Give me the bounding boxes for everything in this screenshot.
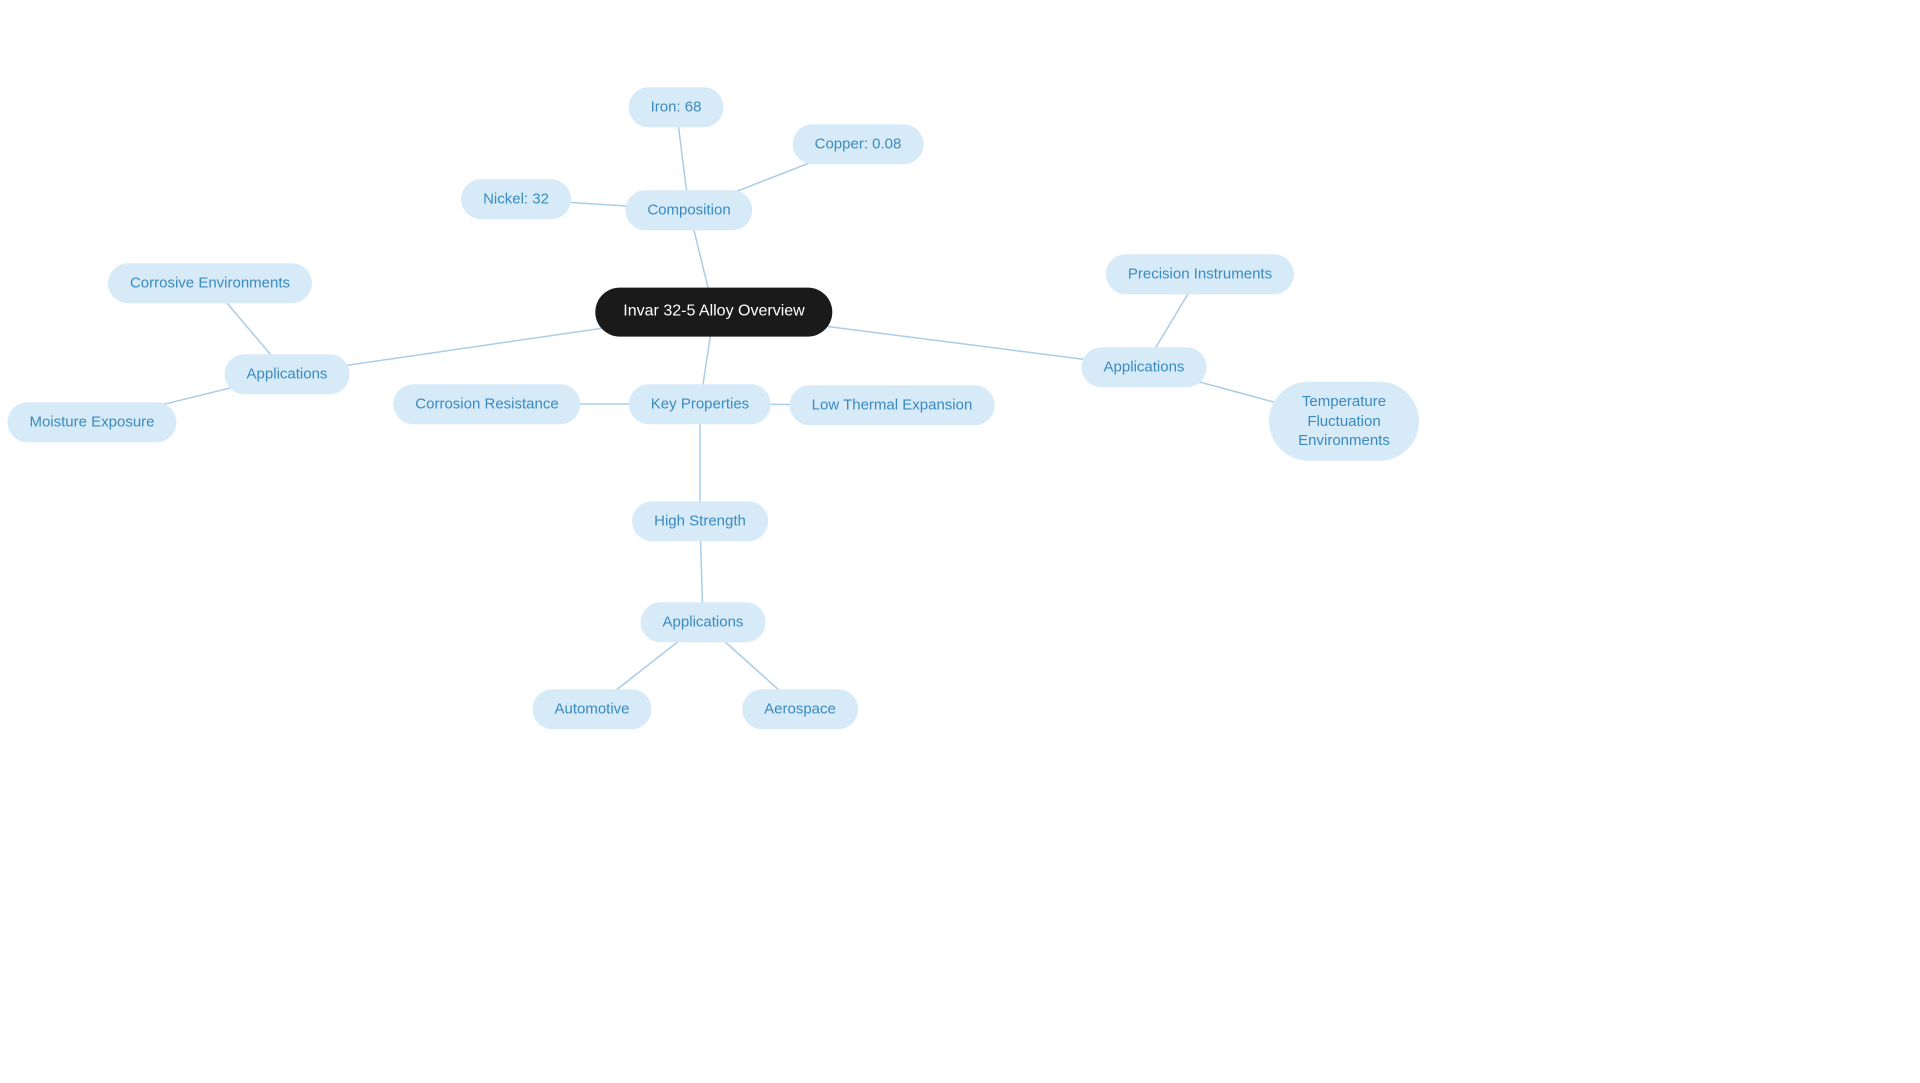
automotive-node: Automotive	[532, 689, 651, 729]
key-properties-node: Key Properties	[629, 384, 771, 424]
iron-node: Iron: 68	[629, 87, 724, 127]
precision-instruments-node: Precision Instruments	[1106, 254, 1294, 294]
applications-bottom-node: Applications	[641, 602, 766, 642]
aerospace-node: Aerospace	[742, 689, 858, 729]
applications-left-node: Applications	[225, 354, 350, 394]
composition-node: Composition	[625, 190, 752, 230]
copper-node: Copper: 0.08	[793, 124, 924, 164]
corrosive-env-node: Corrosive Environments	[108, 263, 312, 303]
moisture-exp-node: Moisture Exposure	[7, 402, 176, 442]
high-strength-node: High Strength	[632, 501, 768, 541]
nickel-node: Nickel: 32	[461, 179, 571, 219]
low-thermal-node: Low Thermal Expansion	[790, 385, 995, 425]
temp-fluct-node: Temperature Fluctuation Environments	[1269, 382, 1419, 461]
corrosion-resistance-node: Corrosion Resistance	[393, 384, 580, 424]
center-node: Invar 32-5 Alloy Overview	[595, 288, 832, 337]
applications-right-node: Applications	[1082, 347, 1207, 387]
